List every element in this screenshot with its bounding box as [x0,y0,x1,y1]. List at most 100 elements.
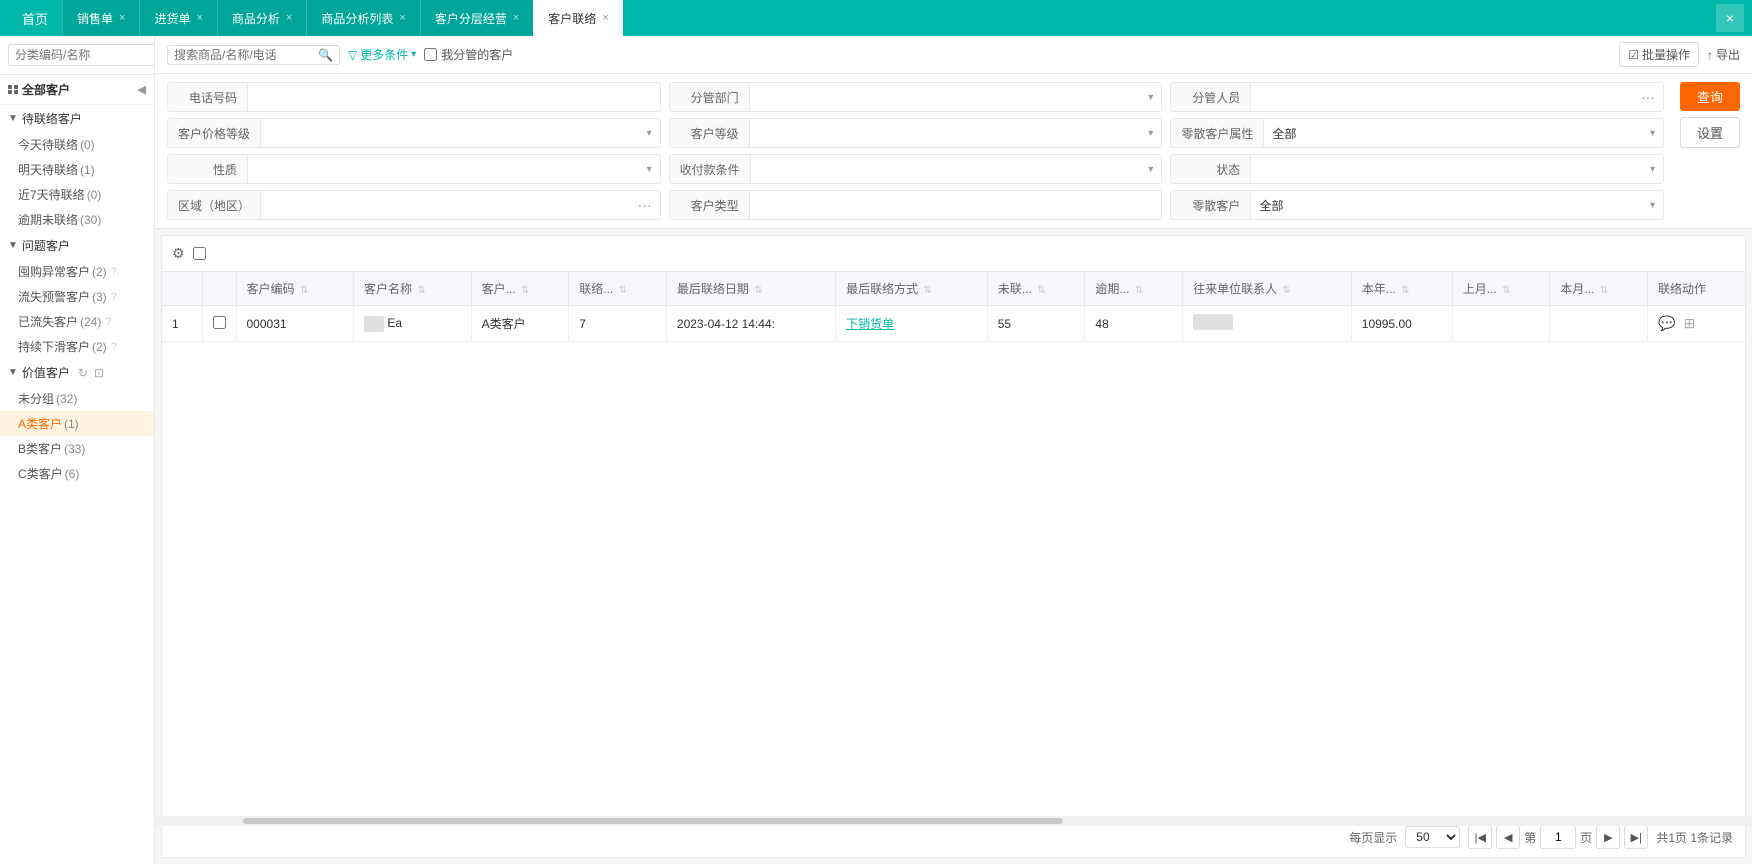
nav-tab-analysis-close[interactable]: × [286,12,292,24]
nav-tab-analysis[interactable]: 商品分析 × [217,0,306,36]
td-this-month [1550,306,1648,342]
nav-tab-contact-close[interactable]: × [602,12,608,24]
sidebar-item-today[interactable]: 今天待联络 (0) [0,132,154,157]
nav-home[interactable]: 首页 [8,0,62,36]
sort-icon-12[interactable]: ⇅ [1600,285,1608,296]
sidebar-item-class-a-count: (1) [64,417,79,431]
sidebar-search-input[interactable] [8,44,155,66]
table-header: 客户编码 ⇅ 客户名称 ⇅ 客户... ⇅ [162,272,1745,306]
sort-icon-8[interactable]: ⇅ [1135,285,1143,296]
filter-person-dots[interactable]: ··· [1633,89,1663,105]
sidebar-item-overdue[interactable]: 逾期未联络 (30) [0,207,154,232]
sidebar-item-abnormal[interactable]: 囤购异常客户 (2) ? [0,259,154,284]
filter-phone-input[interactable] [248,90,660,104]
my-customers-checkbox[interactable] [424,48,437,61]
filter-phone: 电话号码 [167,82,661,112]
filter-payment-arrow[interactable]: ▾ [1140,164,1161,175]
last-method-link[interactable]: 下销货单 [846,317,894,331]
filter-row-2: 客户价格等级 ▾ 客户等级 ▾ 零散客户属性 全部 ▾ [167,118,1664,148]
row-checkbox[interactable] [213,316,226,329]
th-this-month-label: 本月... [1560,282,1594,296]
sort-icon-10[interactable]: ⇅ [1401,285,1409,296]
per-page-select[interactable]: 50 100 200 [1405,826,1460,848]
th-last-method-label: 最后联络方式 [846,282,918,296]
filter-search-wrap: 🔍 [167,45,340,65]
window-close-button[interactable]: × [1716,4,1744,32]
sort-icon-9[interactable]: ⇅ [1282,285,1290,296]
sidebar-item-class-b-label: B类客户 [18,440,62,457]
filter-scatter-attr-arrow[interactable]: ▾ [1642,128,1663,139]
sort-icon-2[interactable]: ⇅ [417,285,425,296]
filter-retail-label: 零散客户 [1171,191,1251,219]
arrow-icon: ▼ [8,113,18,124]
filter-status-arrow[interactable]: ▾ [1642,164,1663,175]
add-group-icon[interactable]: ⊡ [94,366,104,380]
filter-search-icon[interactable]: 🔍 [318,48,333,62]
query-button[interactable]: 查询 [1680,82,1740,111]
sidebar-item-ungrouped[interactable]: 未分组 (32) [0,386,154,411]
filter-dept-arrow[interactable]: ▾ [1140,92,1161,103]
nav-tab-contact[interactable]: 客户联络 × [533,0,622,36]
sort-icon-4[interactable]: ⇅ [619,285,627,296]
nav-tab-purchase-close[interactable]: × [196,12,202,24]
sort-icon-11[interactable]: ⇅ [1502,285,1510,296]
filter-price-level-arrow[interactable]: ▾ [639,128,660,139]
filter-cust-level-arrow[interactable]: ▾ [1140,128,1161,139]
nav-tab-analysis-list[interactable]: 商品分析列表 × [306,0,419,36]
sort-icon-7[interactable]: ⇅ [1037,285,1045,296]
sidebar-item-declining[interactable]: 持续下滑客户 (2) ? [0,334,154,359]
qr-icon[interactable]: ⊞ [1683,315,1695,332]
sort-icon-6[interactable]: ⇅ [923,285,931,296]
filter-payment: 收付款条件 ▾ [669,154,1163,184]
all-customers-header[interactable]: 全部客户 ◀ [0,75,154,105]
filter-cust-level: 客户等级 ▾ [669,118,1163,148]
sidebar-group-pending-label: 待联络客户 [22,110,82,127]
settings-icon[interactable]: ⚙ [172,245,185,262]
sort-icon[interactable]: ⇅ [300,285,308,296]
nav-tab-sales-close[interactable]: × [119,12,125,24]
refresh-icon[interactable]: ↻ [78,366,88,380]
sidebar-group-pending-header[interactable]: ▼ 待联络客户 [0,105,154,132]
th-name-label: 客户名称 [364,282,412,296]
filter-region-dots[interactable]: ··· [630,197,660,213]
set-button[interactable]: 设置 [1680,117,1740,148]
scrollbar-thumb[interactable] [243,818,1063,824]
page-number-input[interactable] [1540,825,1576,849]
sort-icon-3[interactable]: ⇅ [521,285,529,296]
sidebar-item-tomorrow[interactable]: 明天待联络 (1) [0,157,154,182]
sort-icon-5[interactable]: ⇅ [754,285,762,296]
filter-more-button[interactable]: ▽ 更多条件 ▾ [348,46,416,63]
sidebar-group-problem-header[interactable]: ▼ 问题客户 [0,232,154,259]
nav-tab-sales[interactable]: 销售单 × [62,0,139,36]
horizontal-scrollbar[interactable] [155,816,1752,826]
nav-tab-crm[interactable]: 客户分层经营 × [420,0,533,36]
batch-ops-button[interactable]: ☑ 批量操作 [1619,42,1699,67]
sidebar-item-class-c[interactable]: C类客户 (6) [0,461,154,486]
page-prev-button[interactable]: ◀ [1496,825,1520,849]
chat-icon[interactable]: 💬 [1658,315,1675,332]
nav-tab-analysis-list-close[interactable]: × [399,12,405,24]
sidebar-item-class-a[interactable]: A类客户 (1) [0,411,154,436]
filter-scatter-attr: 零散客户属性 全部 ▾ [1170,118,1664,148]
td-last-method[interactable]: 下销货单 [836,306,988,342]
filter-cust-type-input[interactable] [750,198,1162,212]
page-suffix: 页 [1580,829,1592,846]
filter-retail-arrow[interactable]: ▾ [1642,200,1663,211]
sidebar-item-class-b[interactable]: B类客户 (33) [0,436,154,461]
filter-search-input[interactable] [174,48,314,62]
page-last-button[interactable]: ▶| [1624,825,1648,849]
page-first-button[interactable]: |◀ [1468,825,1492,849]
nav-tab-crm-close[interactable]: × [513,12,519,24]
filter-nature-arrow[interactable]: ▾ [639,164,660,175]
select-all-checkbox[interactable] [193,247,206,260]
sidebar-item-tomorrow-label: 明天待联络 [18,161,78,178]
sidebar-item-lost[interactable]: 已流失客户 (24) ? [0,309,154,334]
export-button[interactable]: ↑ 导出 [1707,46,1740,63]
sidebar-item-warning[interactable]: 流失预警客户 (3) ? [0,284,154,309]
sidebar-collapse-button[interactable]: ◀ [138,83,146,96]
page-next-button[interactable]: ▶ [1596,825,1620,849]
nav-tab-purchase[interactable]: 进货单 × [139,0,216,36]
sidebar-group-value-header[interactable]: ▼ 价值客户 ↻ ⊡ [0,359,154,386]
th-overdue: 逾期... ⇅ [1085,272,1183,306]
sidebar-item-7days[interactable]: 近7天待联络 (0) [0,182,154,207]
